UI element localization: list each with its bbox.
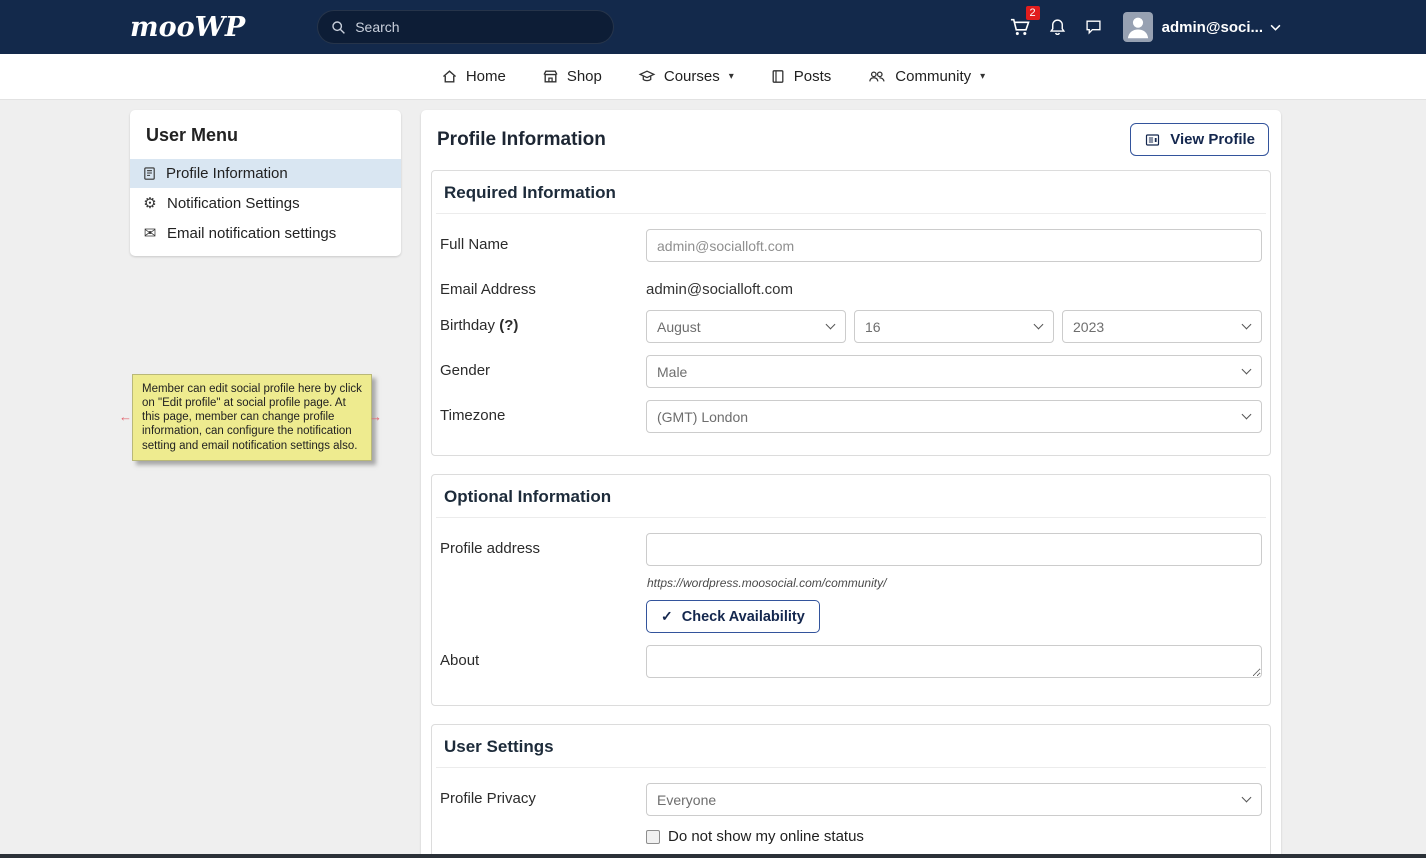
sidebar-item-profile-information[interactable]: Profile Information bbox=[130, 159, 401, 188]
user-menu-title: User Menu bbox=[146, 125, 239, 145]
profile-address-input[interactable] bbox=[646, 533, 1262, 566]
checkbox-label: Do not show my online status bbox=[668, 828, 864, 845]
full-name-label: Full Name bbox=[440, 236, 509, 253]
about-textarea[interactable] bbox=[646, 645, 1262, 678]
account-menu[interactable]: admin@soci... bbox=[1162, 19, 1263, 36]
cart-badge: 2 bbox=[1025, 6, 1040, 20]
gender-select[interactable]: Male bbox=[646, 355, 1262, 388]
envelope-icon: ✉ bbox=[143, 225, 157, 242]
nav-item-community[interactable]: Community ▾ bbox=[867, 68, 985, 85]
section-title: User Settings bbox=[436, 725, 1266, 768]
online-status-checkbox[interactable] bbox=[646, 829, 660, 844]
check-icon: ✓ bbox=[661, 608, 673, 624]
tour-prev-arrow[interactable]: ← bbox=[119, 409, 132, 424]
nav-item-home[interactable]: Home bbox=[441, 68, 506, 85]
notifications-button[interactable] bbox=[1048, 18, 1067, 37]
view-profile-button[interactable]: View Profile bbox=[1130, 123, 1269, 156]
nav-item-shop[interactable]: Shop bbox=[542, 68, 602, 85]
email-label: Email Address bbox=[440, 281, 536, 298]
cart-button[interactable]: 2 bbox=[1009, 6, 1040, 37]
topbar: mooWP 2 bbox=[0, 0, 1426, 54]
user-avatar-icon bbox=[1127, 17, 1148, 39]
account-menu-toggle[interactable] bbox=[1270, 24, 1281, 31]
community-icon bbox=[869, 71, 885, 82]
user-settings-section: User Settings Profile Privacy Everyone D… bbox=[431, 724, 1271, 858]
about-label: About bbox=[440, 652, 480, 669]
about-row: About bbox=[436, 645, 1266, 683]
section-title: Required Information bbox=[436, 171, 1266, 214]
nav-label: Posts bbox=[793, 68, 832, 85]
site-logo[interactable]: mooWP bbox=[130, 12, 245, 43]
page-title: Profile Information bbox=[437, 128, 606, 150]
user-menu-card: User Menu Profile Information ⚙ Notifica… bbox=[130, 110, 401, 256]
birthday-help[interactable]: (?) bbox=[499, 317, 518, 334]
shop-icon bbox=[543, 70, 558, 83]
courses-icon bbox=[638, 70, 656, 82]
gender-row: Gender Male bbox=[436, 355, 1266, 388]
profile-privacy-label: Profile Privacy bbox=[440, 790, 536, 807]
messages-button[interactable] bbox=[1084, 18, 1103, 36]
section-title: Optional Information bbox=[436, 475, 1266, 518]
nav-label: Shop bbox=[566, 68, 602, 85]
timezone-row: Timezone (GMT) London bbox=[436, 400, 1266, 433]
sidebar-item-notification-settings[interactable]: ⚙ Notification Settings bbox=[130, 188, 401, 218]
avatar[interactable] bbox=[1122, 12, 1153, 42]
nav-label: Home bbox=[465, 68, 506, 85]
chevron-down-icon bbox=[1270, 24, 1281, 31]
profile-panel: Profile Information View Profile Require… bbox=[421, 110, 1281, 858]
search-input[interactable] bbox=[355, 19, 601, 35]
cart-icon bbox=[1010, 18, 1030, 36]
timezone-label: Timezone bbox=[440, 407, 506, 424]
email-value: admin@socialloft.com bbox=[646, 281, 793, 298]
tour-note: ← Member can edit social profile here by… bbox=[119, 374, 382, 461]
document-icon bbox=[144, 167, 155, 180]
profile-privacy-row: Profile Privacy Everyone bbox=[436, 783, 1266, 816]
sidebar-item-label: Profile Information bbox=[166, 165, 288, 182]
timezone-select[interactable]: (GMT) London bbox=[646, 400, 1262, 433]
view-profile-label: View Profile bbox=[1170, 131, 1255, 148]
required-information-section: Required Information Full Name Email Add… bbox=[431, 170, 1271, 456]
profile-address-hint: https://wordpress.moosocial.com/communit… bbox=[647, 576, 887, 590]
birthday-label-text: Birthday bbox=[440, 317, 496, 334]
posts-icon bbox=[772, 70, 784, 83]
main-nav: Home Shop Courses ▾ Posts Community ▾ bbox=[0, 54, 1426, 100]
full-name-input[interactable] bbox=[646, 229, 1262, 262]
check-availability-label: Check Availability bbox=[681, 608, 805, 625]
bell-icon bbox=[1049, 18, 1065, 35]
gear-icon: ⚙ bbox=[143, 195, 157, 212]
sidebar-item-label: Notification Settings bbox=[167, 194, 300, 212]
settings-spacer bbox=[436, 828, 646, 835]
tour-note-text: Member can edit social profile here by c… bbox=[132, 374, 372, 461]
caret-down-icon: ▾ bbox=[980, 71, 986, 82]
birthday-row: Birthday (?) August 16 2023 bbox=[436, 310, 1266, 343]
check-availability-button[interactable]: ✓ Check Availability bbox=[646, 600, 820, 633]
caret-down-icon: ▾ bbox=[728, 71, 734, 82]
search-box[interactable] bbox=[317, 10, 615, 44]
birthday-year-select[interactable]: 2023 bbox=[1062, 310, 1262, 343]
sidebar-item-label: Email notification settings bbox=[167, 224, 337, 242]
profile-address-row: Profile address https://wordpress.moosoc… bbox=[436, 533, 1266, 645]
nav-label: Courses bbox=[663, 68, 720, 85]
nav-item-posts[interactable]: Posts bbox=[770, 68, 832, 85]
online-status-checkbox-row[interactable]: Do not show my online status bbox=[646, 828, 1262, 845]
search-icon bbox=[332, 20, 346, 34]
birthday-month-select[interactable]: August bbox=[646, 310, 846, 343]
tour-next-arrow[interactable]: → bbox=[369, 409, 382, 424]
nav-item-courses[interactable]: Courses ▾ bbox=[638, 68, 734, 85]
full-name-row: Full Name bbox=[436, 229, 1266, 262]
birthday-label: Birthday (?) bbox=[436, 310, 646, 334]
optional-information-section: Optional Information Profile address htt… bbox=[431, 474, 1271, 706]
email-row: Email Address admin@socialloft.com bbox=[436, 274, 1266, 298]
view-profile-icon bbox=[1146, 133, 1160, 146]
birthday-day-select[interactable]: 16 bbox=[854, 310, 1054, 343]
profile-address-label: Profile address bbox=[440, 540, 541, 557]
chat-icon bbox=[1086, 20, 1101, 35]
footer-edge bbox=[0, 854, 1426, 858]
home-icon bbox=[442, 70, 456, 83]
nav-label: Community bbox=[895, 68, 972, 85]
sidebar-item-email-notification-settings[interactable]: ✉ Email notification settings bbox=[130, 218, 401, 248]
gender-label: Gender bbox=[440, 362, 491, 379]
profile-privacy-select[interactable]: Everyone bbox=[646, 783, 1262, 816]
